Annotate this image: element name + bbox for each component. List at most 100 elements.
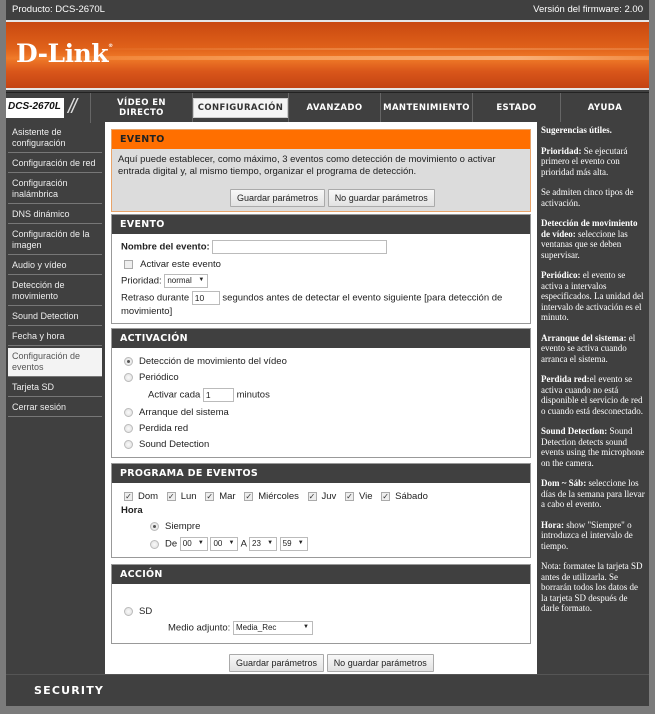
section-title: PROGRAMA DE EVENTOS <box>112 464 530 483</box>
activation-section: ACTIVACIÓN Detección de movimiento del v… <box>111 328 531 458</box>
tab-label: VÍDEO EN DIRECTO <box>117 98 166 118</box>
help-item: Arranque del sistema: el evento se activ… <box>541 332 636 364</box>
discard-button[interactable]: No guardar parámetros <box>327 189 435 207</box>
intro-text: Aquí puede establecer, como máximo, 3 ev… <box>118 154 496 177</box>
section-title: ACCIÓN <box>112 565 530 584</box>
model-badge: DCS-2670L <box>6 98 64 118</box>
activation-boot-radio[interactable] <box>124 407 133 417</box>
tab-help[interactable]: AYUDA <box>560 93 649 123</box>
discard-button-bottom[interactable]: No guardar parámetros <box>326 654 434 672</box>
main-content: EVENTO Aquí puede establecer, como máxim… <box>105 122 537 674</box>
sidebar-item-sd-card[interactable]: Tarjeta SD <box>8 379 102 397</box>
radio-label: Detección de movimiento del vídeo <box>139 356 287 367</box>
select-value: Media_Rec <box>235 623 277 632</box>
sidebar-item-sound-detection[interactable]: Sound Detection <box>8 308 102 326</box>
page-frame: Producto: DCS-2670L Versión del firmware… <box>6 0 649 706</box>
sidebar-item-image[interactable]: Configuración de la imagen <box>8 226 102 255</box>
day-sat-checkbox[interactable]: ✓ <box>381 491 391 501</box>
day-label: Miércoles <box>258 491 299 502</box>
day-tue-checkbox[interactable]: ✓ <box>205 491 215 501</box>
schedule-section: PROGRAMA DE EVENTOS ✓ Dom ✓ Lun ✓ Mar ✓ Miér… <box>111 463 531 558</box>
help-item: Nota: formatee la tarjeta SD antes de ut… <box>541 561 643 613</box>
day-wed-checkbox[interactable]: ✓ <box>244 491 254 501</box>
radio-label: Sound Detection <box>139 439 210 450</box>
delay-input[interactable]: 10 <box>191 291 220 305</box>
section-title: EVENTO <box>112 215 530 234</box>
help-item: Se admiten cinco tipos de activación. <box>541 187 634 208</box>
activation-sound-radio[interactable] <box>124 439 133 449</box>
save-button[interactable]: Guardar parámetros <box>230 189 326 207</box>
day-thu-checkbox[interactable]: ✓ <box>307 491 317 501</box>
select-value: 23 <box>252 539 261 548</box>
day-label: Vie <box>358 491 373 502</box>
action-section: ACCIÓN SD Medio adjunto: Media_Rec ▼ <box>111 564 531 644</box>
tab-status[interactable]: ESTADO <box>472 93 560 123</box>
event-section: EVENTO Nombre del evento: Activar este e… <box>111 214 531 324</box>
sidebar-item-date-time[interactable]: Fecha y hora <box>8 328 102 346</box>
help-item: Dom ~ Sáb: seleccione los días de la sem… <box>541 478 645 509</box>
priority-label: Prioridad: <box>121 275 162 287</box>
tab-label: AVANZADO <box>306 103 363 113</box>
sidebar-item-audio-video[interactable]: Audio y vídeo <box>8 257 102 275</box>
from-minute-select[interactable]: 00 ▼ <box>210 537 239 551</box>
sidebar-item-network[interactable]: Configuración de red <box>8 155 102 173</box>
intro-section: EVENTO Aquí puede establecer, como máxim… <box>111 129 531 212</box>
media-select[interactable]: Media_Rec ▼ <box>232 621 313 635</box>
help-item: Hora: show "Siempre" o introduzca el int… <box>541 519 633 551</box>
dropdown-arrow-icon: ▼ <box>267 540 274 546</box>
logo-text: D-Link <box>16 39 109 68</box>
activation-motion-radio[interactable] <box>124 356 133 366</box>
interval-input[interactable]: 1 <box>202 388 234 402</box>
event-name-input[interactable] <box>212 240 388 254</box>
tab-label: CONFIGURACIÓN <box>192 98 289 118</box>
save-button-bottom[interactable]: Guardar parámetros <box>229 654 325 672</box>
priority-select[interactable]: normal ▼ <box>164 274 209 288</box>
enable-event-checkbox[interactable] <box>124 259 133 269</box>
help-item: Prioridad: Se ejecutará primero el event… <box>541 145 628 177</box>
activation-network-loss-radio[interactable] <box>124 423 133 433</box>
sidebar-item-wizard[interactable]: Asistente de configuración <box>8 124 102 153</box>
tab-label: MANTENIMIENTO <box>383 103 470 113</box>
help-item: Perdida red:el evento se activa cuando n… <box>541 374 643 416</box>
range-radio[interactable] <box>150 539 159 549</box>
priority-value: normal <box>167 276 192 285</box>
to-hour-select[interactable]: 23 ▼ <box>249 537 278 551</box>
sidebar-item-wireless[interactable]: Configuración inalámbrica <box>8 175 102 204</box>
day-label: Sábado <box>395 491 428 502</box>
tab-live-video[interactable]: VÍDEO EN DIRECTO <box>90 93 192 123</box>
section-title: EVENTO <box>112 130 530 149</box>
trademark: ® <box>108 43 113 49</box>
always-radio[interactable] <box>150 521 159 531</box>
activation-periodic-radio[interactable] <box>124 372 133 382</box>
help-title: Sugerencias útiles. <box>541 125 612 135</box>
footer: SECURITY <box>6 674 649 706</box>
radio-label: SD <box>139 606 153 617</box>
select-value: 00 <box>213 539 223 548</box>
media-label: Medio adjunto: <box>168 622 231 634</box>
dropdown-arrow-icon: ▼ <box>303 624 309 630</box>
tab-maintenance[interactable]: MANTENIMIENTO <box>380 93 472 123</box>
security-label: SECURITY <box>34 684 105 697</box>
sidebar-item-event-setup[interactable]: Configuración de eventos <box>8 348 102 377</box>
sidebar-item-motion-detection[interactable]: Detección de movimiento <box>8 277 102 306</box>
day-label: Juv <box>321 491 337 502</box>
day-sun-checkbox[interactable]: ✓ <box>124 491 133 501</box>
to-label: A <box>240 538 247 550</box>
day-mon-checkbox[interactable]: ✓ <box>166 491 176 501</box>
day-fri-checkbox[interactable]: ✓ <box>344 491 354 501</box>
from-hour-select[interactable]: 00 ▼ <box>179 537 208 551</box>
tab-advanced[interactable]: AVANZADO <box>288 93 380 123</box>
main-nav: DCS-2670L // VÍDEO EN DIRECTO CONFIGURAC… <box>6 92 649 123</box>
delay-suffix: segundos antes de detectar el evento sig… <box>222 292 503 304</box>
day-label: Dom <box>138 491 159 502</box>
to-minute-select[interactable]: 59 ▼ <box>279 537 308 551</box>
sidebar-item-ddns[interactable]: DNS dinámico <box>8 206 102 224</box>
help-item: Periódico: el evento se activa a interva… <box>541 270 644 322</box>
from-label: De <box>165 538 178 550</box>
interval-unit: minutos <box>236 389 270 401</box>
tab-label: ESTADO <box>496 103 537 113</box>
sd-radio[interactable] <box>124 606 133 616</box>
tab-setup[interactable]: CONFIGURACIÓN <box>192 93 289 123</box>
sidebar-item-logout[interactable]: Cerrar sesión <box>8 399 102 417</box>
dropdown-arrow-icon: ▼ <box>197 540 204 546</box>
